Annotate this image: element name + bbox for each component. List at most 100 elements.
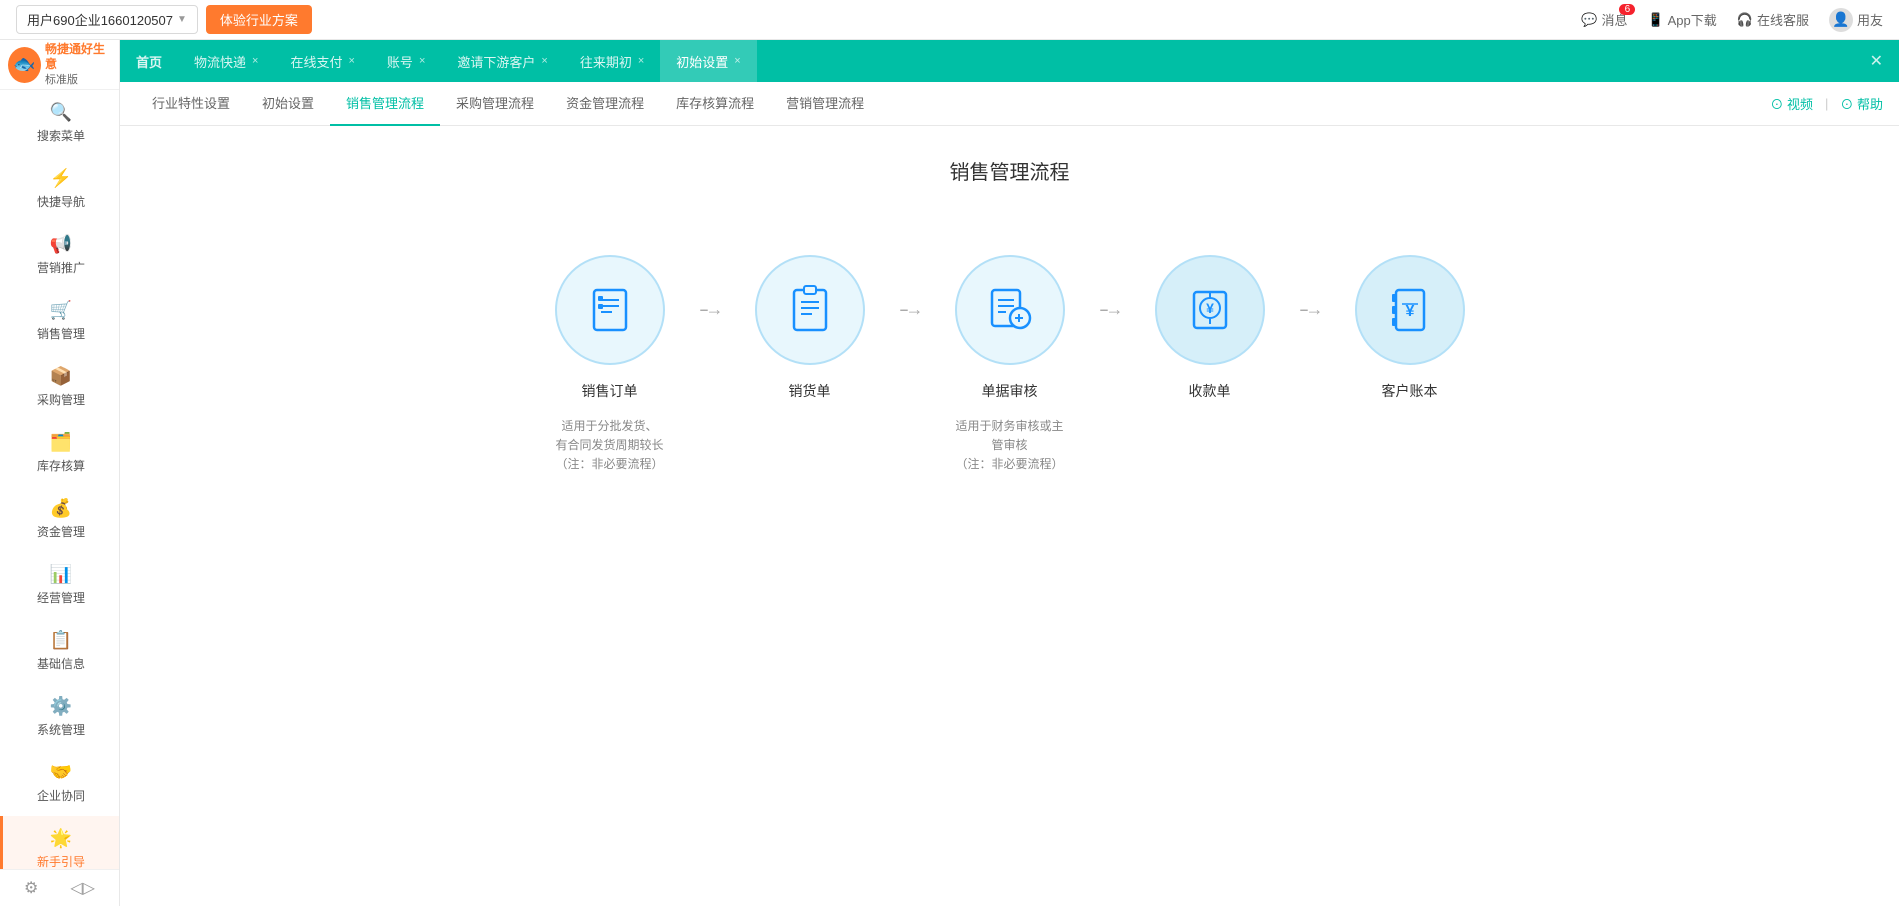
search-icon: 🔍 [50, 102, 72, 123]
tab-home-label: 首页 [136, 52, 162, 71]
tab-period[interactable]: 往来期初 × [564, 40, 660, 82]
sidebar-label-operations: 经营管理 [37, 589, 85, 606]
sidebar-logo: 🐟 畅捷通好生意 标准版 [0, 40, 119, 90]
tab-initial-setup[interactable]: 初始设置 × [660, 40, 756, 82]
brand-name: 畅捷通好生意 [45, 42, 111, 73]
sidebar-nav: ⚡ 快捷导航 📢 营销推广 🛒 销售管理 📦 采购管理 🗂️ 库存核算 💰 [0, 156, 119, 869]
subtab-purchase-flow[interactable]: 采购管理流程 [440, 82, 550, 126]
system-icon: ⚙️ [50, 696, 72, 717]
purchase-icon: 📦 [50, 366, 72, 387]
chevron-down-icon: ▼ [177, 14, 187, 25]
app-download-label: App下载 [1668, 10, 1717, 29]
tab-invite[interactable]: 邀请下游客户 × [441, 40, 563, 82]
subtab-industry[interactable]: 行业特性设置 [136, 82, 246, 126]
flow-label-sales-order: 销售订单 [582, 381, 638, 401]
tab-period-close[interactable]: × [638, 55, 644, 67]
app-download-item[interactable]: 📱 App下载 [1647, 10, 1716, 29]
sidebar-item-search[interactable]: 🔍 搜索菜单 [0, 90, 119, 156]
subtab-marketing-flow-label: 营销管理流程 [786, 93, 864, 112]
subtab-sales-flow-label: 销售管理流程 [346, 93, 424, 112]
flow-circle-ledger[interactable]: ¥ [1355, 255, 1465, 365]
content-area: 首页 物流快递 × 在线支付 × 账号 × 邀请下游客户 × 往来期初 × [120, 40, 1899, 906]
flow-circle-audit[interactable] [955, 255, 1065, 365]
tab-period-label: 往来期初 [580, 52, 632, 71]
page-title: 销售管理流程 [140, 156, 1879, 185]
flow-arrow-4: - - → [1300, 255, 1320, 320]
logo-icon: 🐟 [8, 47, 41, 83]
avatar: 👤 [1829, 8, 1853, 32]
flow-arrow-3: - - → [1100, 255, 1120, 320]
flow-circle-sales-order[interactable] [555, 255, 665, 365]
subtab-inventory-flow[interactable]: 库存核算流程 [660, 82, 770, 126]
flow-step-sales-order: 销售订单 适用于分批发货、有合同发货周期较长（注：非必要流程） [520, 255, 700, 475]
inventory-icon: 🗂️ [50, 432, 72, 453]
sidebar-label-finance: 资金管理 [37, 523, 85, 540]
user-label: 用户690企业1660120507 [27, 10, 173, 29]
global-close-icon[interactable]: ✕ [1854, 51, 1899, 71]
svg-text:¥: ¥ [1206, 300, 1214, 316]
user-avatar-item[interactable]: 👤 用友 [1829, 8, 1883, 32]
flow-desc-audit: 适用于财务审核或主管审核（注：非必要流程） [955, 417, 1063, 475]
tab-account-close[interactable]: × [419, 55, 425, 67]
sidebar-item-basic-info[interactable]: 📋 基础信息 [0, 618, 119, 684]
tab-logistics-label: 物流快递 [194, 52, 246, 71]
subtab-finance-flow-label: 资金管理流程 [566, 93, 644, 112]
sidebar-item-finance[interactable]: 💰 资金管理 [0, 486, 119, 552]
subtab-marketing-flow[interactable]: 营销管理流程 [770, 82, 880, 126]
trial-button[interactable]: 体验行业方案 [206, 5, 312, 34]
tab-account[interactable]: 账号 × [371, 40, 441, 82]
sub-tabs-right: ⊙ 视频 | ⊙ 帮助 [1770, 94, 1883, 113]
sidebar-item-inventory[interactable]: 🗂️ 库存核算 [0, 420, 119, 486]
sidebar-item-system[interactable]: ⚙️ 系统管理 [0, 684, 119, 750]
flow-diagram: 销售订单 适用于分批发货、有合同发货周期较长（注：非必要流程） - - → [140, 235, 1879, 495]
flow-label-receipt: 收款单 [1189, 381, 1231, 401]
sidebar-item-marketing[interactable]: 📢 营销推广 [0, 222, 119, 288]
user-selector[interactable]: 用户690企业1660120507 ▼ [16, 5, 198, 34]
flow-label-audit: 单据审核 [982, 381, 1038, 401]
sidebar-item-new-guide[interactable]: 🌟 新手引导 [0, 816, 119, 869]
tab-payment-label: 在线支付 [290, 52, 342, 71]
tab-payment-close[interactable]: × [348, 55, 354, 67]
video-link[interactable]: ⊙ 视频 [1770, 94, 1813, 113]
tab-initial-setup-label: 初始设置 [676, 52, 728, 71]
help-link[interactable]: ⊙ 帮助 [1840, 94, 1883, 113]
divider: | [1825, 96, 1828, 111]
sidebar-label-inventory: 库存核算 [37, 457, 85, 474]
settings-icon[interactable]: ⚙ [24, 878, 38, 898]
subtab-finance-flow[interactable]: 资金管理流程 [550, 82, 660, 126]
tab-invite-close[interactable]: × [541, 55, 547, 67]
sidebar-item-operations[interactable]: 📊 经营管理 [0, 552, 119, 618]
tab-home[interactable]: 首页 [120, 40, 178, 82]
tab-account-label: 账号 [387, 52, 413, 71]
brand-sub: 标准版 [45, 73, 111, 87]
sidebar-label-system: 系统管理 [37, 721, 85, 738]
flow-arrow-2: - - → [900, 255, 920, 320]
basic-info-icon: 📋 [50, 630, 72, 651]
tab-logistics[interactable]: 物流快递 × [178, 40, 274, 82]
tab-initial-setup-close[interactable]: × [734, 55, 740, 67]
flow-circle-invoice[interactable] [755, 255, 865, 365]
sidebar-label-sales: 销售管理 [37, 325, 85, 342]
flow-circle-receipt[interactable]: ¥ [1155, 255, 1265, 365]
collapse-icon[interactable]: ◁▷ [70, 878, 95, 898]
tab-payment[interactable]: 在线支付 × [274, 40, 370, 82]
subtab-sales-flow[interactable]: 销售管理流程 [330, 82, 440, 126]
tab-invite-label: 邀请下游客户 [457, 52, 535, 71]
sidebar-bottom: ⚙ ◁▷ [0, 869, 119, 906]
online-service-item[interactable]: 🎧 在线客服 [1737, 10, 1809, 29]
message-icon: 💬 [1581, 12, 1597, 28]
tab-logistics-close[interactable]: × [252, 55, 258, 67]
subtab-initial[interactable]: 初始设置 [246, 82, 330, 126]
sidebar-item-sales[interactable]: 🛒 销售管理 [0, 288, 119, 354]
marketing-icon: 📢 [50, 234, 72, 255]
flow-desc-sales-order: 适用于分批发货、有合同发货周期较长（注：非必要流程） [555, 417, 663, 475]
subtab-initial-label: 初始设置 [262, 93, 314, 112]
sidebar-item-enterprise-collab[interactable]: 🤝 企业协同 [0, 750, 119, 816]
flow-arrow-1: - - → [700, 255, 720, 320]
message-icon-item[interactable]: 💬 消息 6 [1581, 10, 1627, 29]
sidebar-item-quick[interactable]: ⚡ 快捷导航 [0, 156, 119, 222]
flow-step-ledger: ¥ 客户账本 [1320, 255, 1500, 417]
subtab-inventory-flow-label: 库存核算流程 [676, 93, 754, 112]
sidebar-item-purchase[interactable]: 📦 采购管理 [0, 354, 119, 420]
page-content: 销售管理流程 销售订单 [120, 126, 1899, 906]
